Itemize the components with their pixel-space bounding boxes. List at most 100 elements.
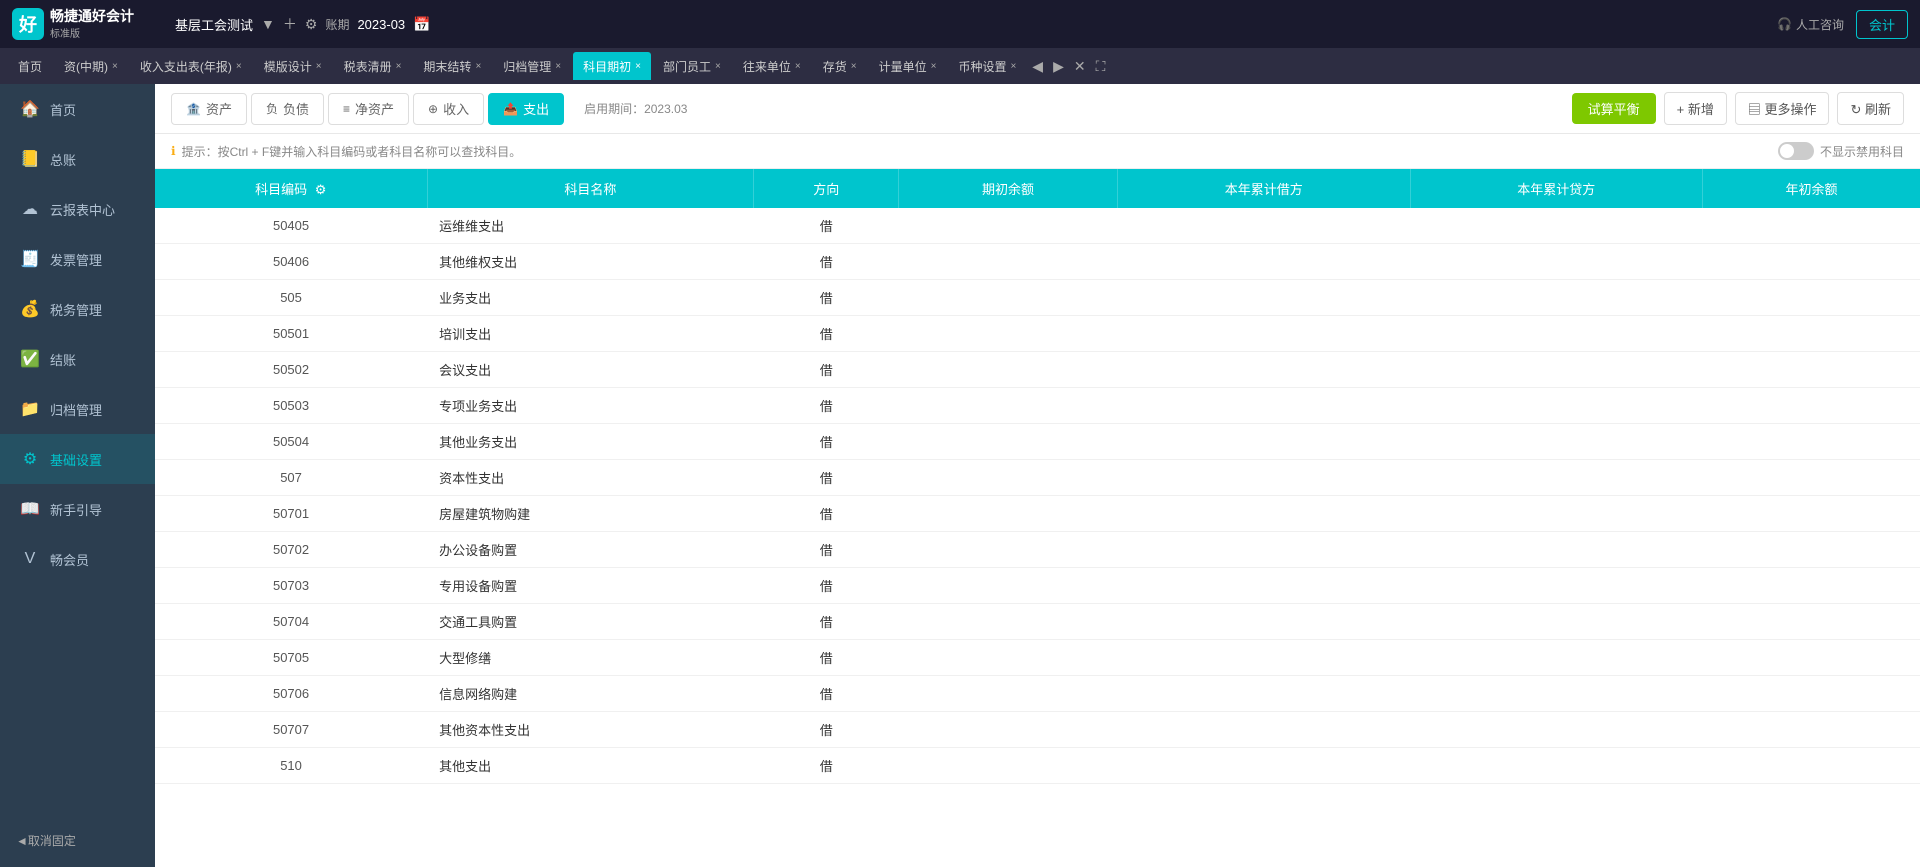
cell-code: 50501 <box>155 316 427 352</box>
cell-ytd-credit <box>1410 388 1703 424</box>
cell-name: 大型修缮 <box>427 640 754 676</box>
sub-tab-liability[interactable]: 负 负债 <box>251 93 324 125</box>
sub-tab-liability-label: 负债 <box>283 99 309 118</box>
cell-ytd-debit <box>1117 676 1410 712</box>
tab-subject-init[interactable]: 科目期初 × <box>573 52 651 80</box>
tab-period-end-close[interactable]: × <box>475 61 481 72</box>
add-button[interactable]: + 新增 <box>1664 92 1727 125</box>
cell-ytd-debit <box>1117 352 1410 388</box>
tab-income-close[interactable]: × <box>236 61 242 72</box>
cell-direction: 借 <box>754 280 899 316</box>
cell-name: 专项业务支出 <box>427 388 754 424</box>
cell-code: 50706 <box>155 676 427 712</box>
tab-close-all[interactable]: ✕ <box>1070 58 1090 75</box>
table-row[interactable]: 510 其他支出 借 <box>155 748 1920 784</box>
member-icon: V <box>20 550 40 568</box>
col-settings-icon[interactable]: ⚙ <box>315 182 327 197</box>
sidebar-item-guide[interactable]: 📖 新手引导 <box>0 484 155 534</box>
tab-archive-close[interactable]: × <box>555 61 561 72</box>
table-row[interactable]: 50704 交通工具购置 借 <box>155 604 1920 640</box>
tab-archive[interactable]: 归档管理 × <box>493 52 571 80</box>
tab-template[interactable]: 模版设计 × <box>254 52 332 80</box>
sub-tab-expense[interactable]: 📤 支出 <box>488 93 564 125</box>
top-bar: 好 畅捷通好会计 标准版 基层工会测试 ▼ ＋ ⚙ 账期 2023-03 📅 🎧… <box>0 0 1920 48</box>
tab-dept[interactable]: 部门员工 × <box>653 52 731 80</box>
toggle-disabled-subjects[interactable] <box>1778 142 1814 160</box>
sub-tab-asset[interactable]: 🏦 资产 <box>171 93 247 125</box>
tab-bar: 首页 资(中期) × 收入支出表(年报) × 模版设计 × 税表清册 × 期末结… <box>0 48 1920 84</box>
company-name[interactable]: 基层工会测试 <box>175 15 253 34</box>
table-header-row: 科目编码 ⚙ 科目名称 方向 期初余额 本年累计借方 本年累计贷方 年初余额 <box>155 169 1920 208</box>
tab-balance-mid-close[interactable]: × <box>112 61 118 72</box>
tab-inventory-close[interactable]: × <box>851 61 857 72</box>
table-row[interactable]: 50706 信息网络购建 借 <box>155 676 1920 712</box>
consult-button[interactable]: 🎧 人工咨询 <box>1777 16 1844 33</box>
tab-tax[interactable]: 税表清册 × <box>334 52 412 80</box>
col-ytd-credit: 本年累计贷方 <box>1410 169 1703 208</box>
tab-nav-right[interactable]: ▶ <box>1049 58 1068 75</box>
add-tab-icon[interactable]: ＋ <box>283 14 297 34</box>
tab-currency-close[interactable]: × <box>1010 61 1016 72</box>
table-row[interactable]: 50406 其他维权支出 借 <box>155 244 1920 280</box>
table-row[interactable]: 50703 专用设备购置 借 <box>155 568 1920 604</box>
tab-contacts-close[interactable]: × <box>795 61 801 72</box>
table-row[interactable]: 50707 其他资本性支出 借 <box>155 712 1920 748</box>
tab-unit[interactable]: 计量单位 × <box>869 52 947 80</box>
sub-tab-income[interactable]: ⊕ 收入 <box>413 93 484 125</box>
col-code: 科目编码 ⚙ <box>155 169 427 208</box>
sub-tab-net-asset[interactable]: ≡ 净资产 <box>328 93 409 125</box>
tab-contacts[interactable]: 往来单位 × <box>733 52 811 80</box>
cell-code: 510 <box>155 748 427 784</box>
table-row[interactable]: 50504 其他业务支出 借 <box>155 424 1920 460</box>
tab-nav-left[interactable]: ◀ <box>1028 58 1047 75</box>
sidebar-item-tax[interactable]: 💰 税务管理 <box>0 284 155 334</box>
sidebar-item-cloud-report[interactable]: ☁ 云报表中心 <box>0 184 155 234</box>
tab-period-end[interactable]: 期末结转 × <box>413 52 491 80</box>
table-row[interactable]: 50705 大型修缮 借 <box>155 640 1920 676</box>
cell-direction: 借 <box>754 676 899 712</box>
calendar-icon[interactable]: 📅 <box>413 16 430 33</box>
tab-income[interactable]: 收入支出表(年报) × <box>130 52 252 80</box>
refresh-button[interactable]: ↻ 刷新 <box>1837 92 1904 125</box>
sidebar-item-archive[interactable]: 📁 归档管理 <box>0 384 155 434</box>
cell-name: 其他资本性支出 <box>427 712 754 748</box>
table-row[interactable]: 505 业务支出 借 <box>155 280 1920 316</box>
table-row[interactable]: 50405 运维维支出 借 <box>155 208 1920 244</box>
tab-expand-icon[interactable]: ⛶ <box>1092 58 1110 75</box>
tab-home[interactable]: 首页 <box>8 52 52 80</box>
table-row[interactable]: 50503 专项业务支出 借 <box>155 388 1920 424</box>
period-value: 2023-03 <box>357 17 405 32</box>
sidebar-item-ledger[interactable]: 📒 总账 <box>0 134 155 184</box>
cell-name: 专用设备购置 <box>427 568 754 604</box>
tab-tax-close[interactable]: × <box>396 61 402 72</box>
balance-button[interactable]: 试算平衡 <box>1572 93 1656 124</box>
table-row[interactable]: 50702 办公设备购置 借 <box>155 532 1920 568</box>
sidebar-item-checkout[interactable]: ✅ 结账 <box>0 334 155 384</box>
table-row[interactable]: 507 资本性支出 借 <box>155 460 1920 496</box>
sidebar-item-member[interactable]: V 畅会员 <box>0 534 155 584</box>
net-asset-icon: ≡ <box>343 102 350 116</box>
cell-direction: 借 <box>754 604 899 640</box>
tab-inventory[interactable]: 存货 × <box>813 52 867 80</box>
account-button[interactable]: 会计 <box>1856 10 1908 39</box>
pin-button[interactable]: ◄取消固定 <box>0 824 155 857</box>
cell-name: 会议支出 <box>427 352 754 388</box>
table-row[interactable]: 50502 会议支出 借 <box>155 352 1920 388</box>
tab-dept-close[interactable]: × <box>715 61 721 72</box>
sidebar-item-basic[interactable]: ⚙ 基础设置 <box>0 434 155 484</box>
tab-currency[interactable]: 币种设置 × <box>948 52 1026 80</box>
tab-subject-init-close[interactable]: × <box>635 61 641 72</box>
table-row[interactable]: 50701 房屋建筑物购建 借 <box>155 496 1920 532</box>
more-button[interactable]: ▤ 更多操作 <box>1735 92 1830 125</box>
tab-balance-mid[interactable]: 资(中期) × <box>54 52 128 80</box>
dropdown-icon[interactable]: ▼ <box>261 16 275 32</box>
sidebar-item-ledger-label: 总账 <box>50 150 76 169</box>
tab-template-close[interactable]: × <box>316 61 322 72</box>
settings-icon[interactable]: ⚙ <box>305 16 318 33</box>
sidebar-item-invoice[interactable]: 🧾 发票管理 <box>0 234 155 284</box>
tab-unit-close[interactable]: × <box>931 61 937 72</box>
table-row[interactable]: 50501 培训支出 借 <box>155 316 1920 352</box>
sidebar-item-home[interactable]: 🏠 首页 <box>0 84 155 134</box>
hint-icon: ℹ <box>171 144 176 158</box>
cell-year-opening <box>1703 568 1920 604</box>
